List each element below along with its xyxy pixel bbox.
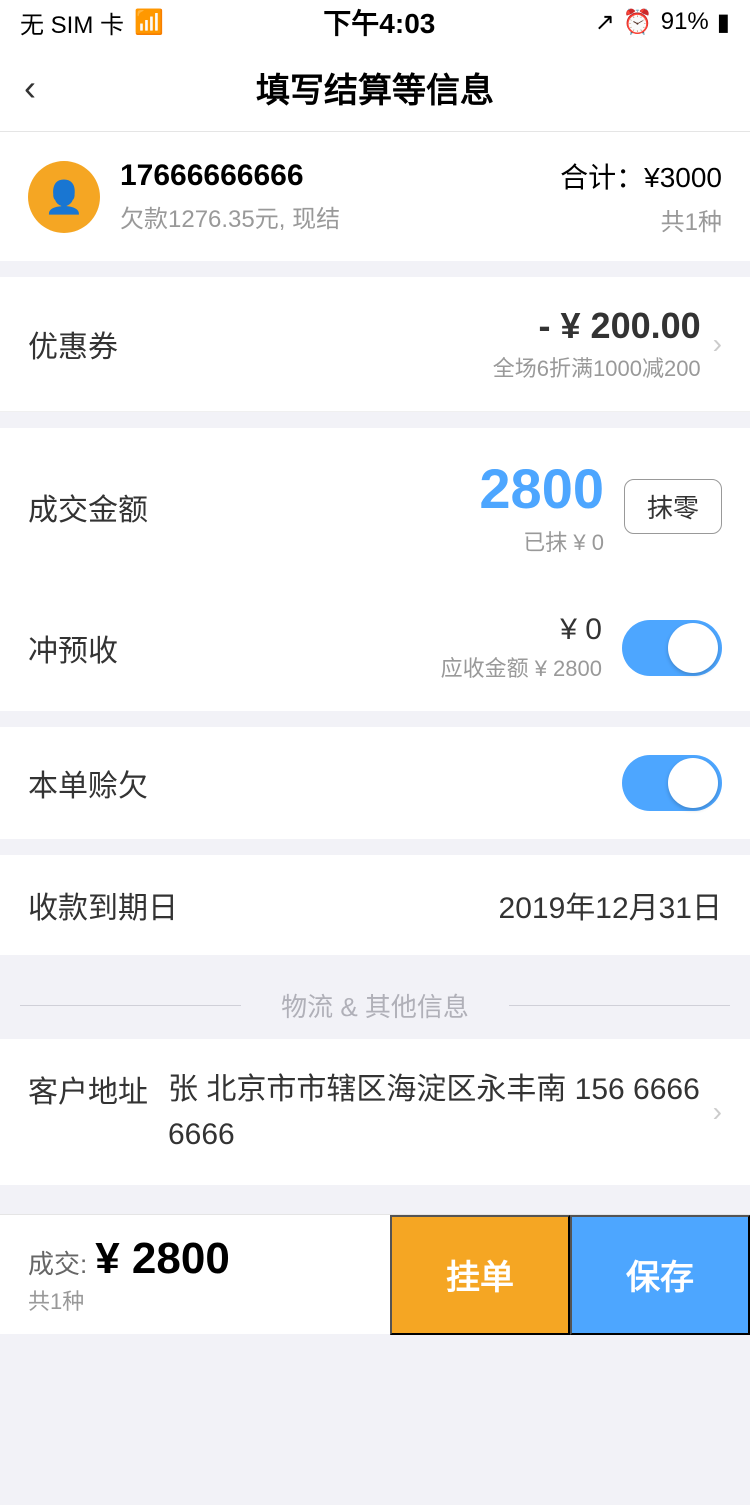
customer-phone: 17666666666 (120, 159, 340, 193)
address-section: 客户地址 张 北京市市辖区海淀区永丰南 156 6666 6666 › (0, 1039, 750, 1185)
due-date-label: 收款到期日 (28, 883, 178, 927)
battery-text: 91% (661, 8, 709, 36)
back-button[interactable]: ‹ (24, 67, 36, 109)
address-row[interactable]: 客户地址 张 北京市市辖区海淀区永丰南 156 6666 6666 › (0, 1039, 750, 1185)
coupon-amount: - ¥ 200.00 (493, 305, 701, 347)
deal-amount-right: 2800 已抹 ¥ 0 抹零 (479, 456, 722, 557)
address-label: 客户地址 (28, 1067, 148, 1111)
debt-row: 本单赊欠 (0, 727, 750, 839)
customer-count: 共1种 (560, 202, 722, 237)
precharge-row: 冲预收 ¥ 0 应收金额 ¥ 2800 (0, 585, 750, 711)
divider-2 (0, 711, 750, 727)
divider-1 (0, 412, 750, 428)
debt-right (622, 755, 722, 811)
coupon-chevron: › (713, 328, 722, 360)
debt-toggle-knob (668, 758, 718, 808)
status-right: ↗ ⏰ 91% ▮ (595, 8, 730, 37)
logistics-line-right (509, 1005, 730, 1006)
due-date-section: 收款到期日 2019年12月31日 (0, 855, 750, 955)
address-chevron: › (713, 1096, 722, 1128)
deal-amount-label: 成交金额 (28, 485, 148, 529)
precharge-section: 冲预收 ¥ 0 应收金额 ¥ 2800 (0, 585, 750, 711)
customer-sub: 欠款1276.35元, 现结 (120, 199, 340, 234)
coupon-info: - ¥ 200.00 全场6折满1000减200 (493, 305, 701, 383)
coupon-label: 优惠券 (28, 322, 118, 366)
deal-amount-info: 2800 已抹 ¥ 0 (479, 456, 604, 557)
status-time: 下午4:03 (323, 2, 435, 42)
customer-right: 合计：¥3000 共1种 (560, 156, 722, 237)
deal-amount-sub: 已抹 ¥ 0 (479, 525, 604, 557)
due-date-row: 收款到期日 2019年12月31日 (0, 855, 750, 955)
nav-bar: ‹ 填写结算等信息 (0, 44, 750, 132)
customer-left: 👤 17666666666 欠款1276.35元, 现结 (28, 159, 340, 234)
debt-label: 本单赊欠 (28, 761, 148, 805)
precharge-label: 冲预收 (28, 626, 118, 670)
page-title: 填写结算等信息 (256, 63, 494, 112)
bottom-deal-row: 成交: ¥ 2800 (28, 1234, 362, 1284)
bottom-deal: 成交: ¥ 2800 共1种 (0, 1234, 390, 1316)
round-zero-button[interactable]: 抹零 (624, 479, 722, 534)
customer-card: 👤 17666666666 欠款1276.35元, 现结 合计：¥3000 共1… (0, 132, 750, 261)
deal-amount-value: 2800 (479, 456, 604, 521)
coupon-desc: 全场6折满1000减200 (493, 351, 701, 383)
divider-4 (0, 955, 750, 971)
avatar: 👤 (28, 161, 100, 233)
hang-order-button[interactable]: 挂单 (390, 1215, 570, 1335)
bottom-bar: 成交: ¥ 2800 共1种 挂单 保存 (0, 1214, 750, 1334)
precharge-toggle-knob (668, 623, 718, 673)
logistics-text: 物流 & 其他信息 (281, 987, 469, 1024)
sim-text: 无 SIM 卡 (20, 5, 124, 40)
logistics-divider: 物流 & 其他信息 (0, 971, 750, 1039)
precharge-amount: ¥ 0 (441, 613, 602, 647)
save-button[interactable]: 保存 (570, 1215, 750, 1335)
precharge-toggle[interactable] (622, 620, 722, 676)
logistics-line-left (20, 1005, 241, 1006)
customer-total: 合计：¥3000 (560, 156, 722, 196)
wifi-icon: 📶 (134, 8, 164, 37)
bottom-deal-label: 成交: (28, 1244, 87, 1281)
coupon-right: - ¥ 200.00 全场6折满1000减200 › (493, 305, 722, 383)
location-icon: ↗ (595, 8, 615, 37)
battery-icon: ▮ (717, 8, 730, 37)
bottom-deal-amount: ¥ 2800 (95, 1234, 230, 1284)
due-date-value: 2019年12月31日 (499, 883, 722, 927)
alarm-icon: ⏰ (623, 8, 653, 37)
precharge-right: ¥ 0 应收金额 ¥ 2800 (441, 613, 722, 683)
avatar-icon: 👤 (44, 178, 84, 216)
deal-amount-row: 成交金额 2800 已抹 ¥ 0 抹零 (0, 428, 750, 585)
status-bar: 无 SIM 卡 📶 下午4:03 ↗ ⏰ 91% ▮ (0, 0, 750, 44)
divider-3 (0, 839, 750, 855)
precharge-values: ¥ 0 应收金额 ¥ 2800 (441, 613, 602, 683)
bottom-deal-count: 共1种 (28, 1284, 362, 1316)
customer-info: 17666666666 欠款1276.35元, 现结 (120, 159, 340, 234)
address-value: 张 北京市市辖区海淀区永丰南 156 6666 6666 (168, 1067, 701, 1157)
status-left: 无 SIM 卡 📶 (20, 5, 164, 40)
debt-toggle[interactable] (622, 755, 722, 811)
debt-section: 本单赊欠 (0, 727, 750, 839)
coupon-row[interactable]: 优惠券 - ¥ 200.00 全场6折满1000减200 › (0, 277, 750, 412)
deal-amount-section: 成交金额 2800 已抹 ¥ 0 抹零 (0, 428, 750, 585)
precharge-sub: 应收金额 ¥ 2800 (441, 651, 602, 683)
